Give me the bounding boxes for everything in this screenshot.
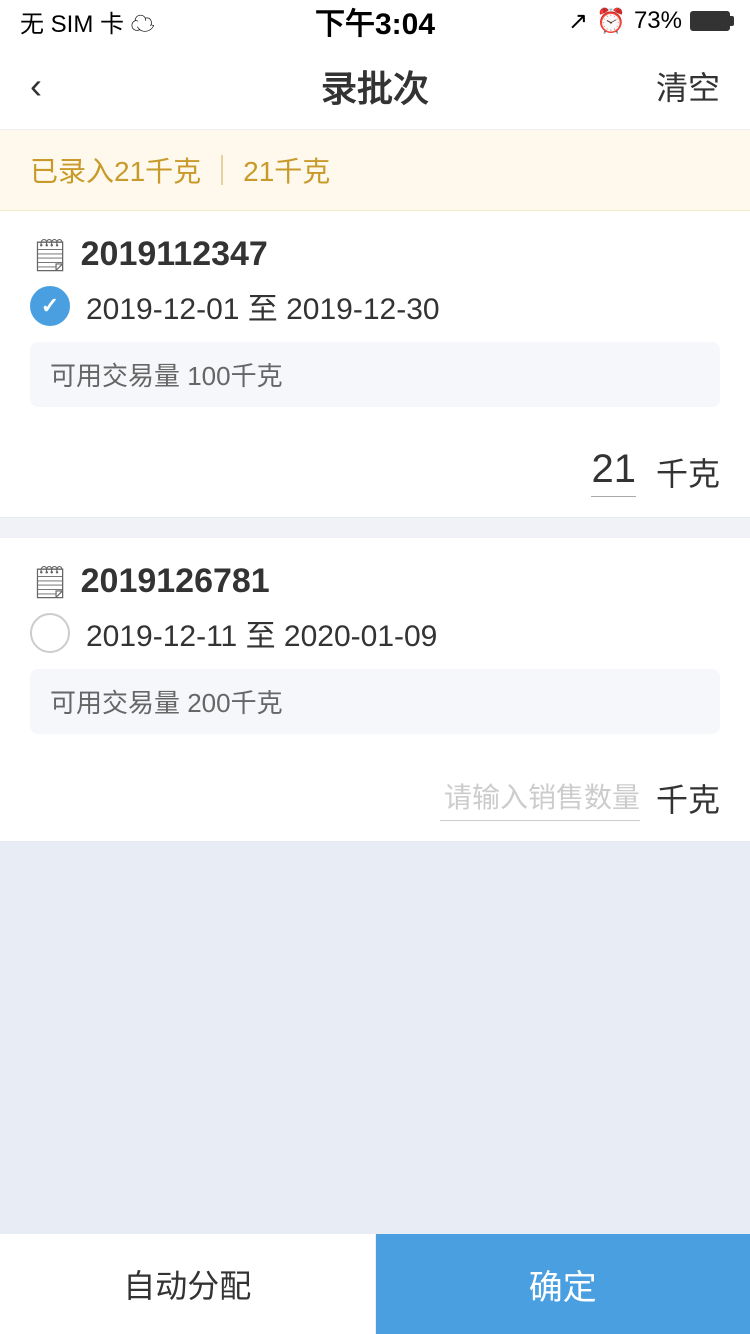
batch-2-header: 🗒 2019126781 (30, 562, 720, 601)
footer: 自动分配 确定 (0, 1234, 750, 1334)
status-bar: 无 SIM 卡 ☁ 下午3:04 ↗ ⏰ 73% (0, 0, 750, 42)
clear-button[interactable]: 清空 (656, 63, 720, 109)
section-separator-1 (0, 518, 750, 538)
status-time: 下午3:04 (315, 0, 435, 43)
batch-2-icon: 🗒 (30, 563, 71, 601)
battery-icon (690, 11, 730, 31)
batch-1-availability: 可用交易量 100千克 (30, 342, 720, 407)
batch-card-2: 🗒 2019126781 2019-12-11 至 2020-01-09 可用交… (0, 538, 750, 842)
batch-2-availability: 可用交易量 200千克 (30, 669, 720, 734)
page-title: 录批次 (321, 60, 429, 112)
batch-card-1: 🗒 2019112347 2019-12-01 至 2019-12-30 可用交… (0, 211, 750, 518)
confirm-button[interactable]: 确定 (376, 1234, 750, 1334)
batch-2-date-row[interactable]: 2019-12-11 至 2020-01-09 (30, 611, 720, 655)
nav-bar: ‹ 录批次 清空 (0, 42, 750, 130)
batch-2-number: 2019126781 (81, 562, 270, 601)
bottom-empty-area (0, 842, 750, 1242)
status-right: ↗ ⏰ 73% (568, 7, 730, 36)
batch-2-unit: 千克 (656, 775, 720, 821)
batch-1-unit: 千克 (656, 449, 720, 495)
batch-1-header: 🗒 2019112347 (30, 235, 720, 274)
batch-1-date-row[interactable]: 2019-12-01 至 2019-12-30 (30, 284, 720, 328)
back-button[interactable]: ‹ (30, 65, 42, 107)
status-left: 无 SIM 卡 ☁ (20, 4, 155, 39)
summary-value: 21千克 (243, 150, 330, 190)
batch-1-quantity-value: 21 (591, 447, 636, 497)
summary-bar: 已录入21千克 21千克 (0, 130, 750, 211)
content-area: 🗒 2019112347 2019-12-01 至 2019-12-30 可用交… (0, 211, 750, 1242)
batch-1-radio[interactable] (30, 286, 70, 326)
batch-1-number: 2019112347 (81, 235, 268, 274)
batch-2-quantity-input[interactable] (440, 774, 640, 821)
location-icon: ↗ (568, 7, 588, 36)
auto-distribute-button[interactable]: 自动分配 (0, 1234, 376, 1334)
batch-2-date: 2019-12-11 至 2020-01-09 (86, 611, 437, 655)
recorded-label: 已录入21千克 (30, 150, 201, 190)
no-sim-text: 无 SIM 卡 ☁ (20, 4, 155, 39)
batch-2-input-wrapper[interactable] (30, 774, 640, 821)
summary-divider (221, 155, 223, 185)
batch-1-quantity-row: 21 千克 (0, 427, 750, 518)
batch-2-quantity-row[interactable]: 千克 (0, 754, 750, 842)
batch-1-date: 2019-12-01 至 2019-12-30 (86, 284, 440, 328)
batch-2-radio[interactable] (30, 613, 70, 653)
alarm-icon: ⏰ (596, 7, 626, 36)
batch-1-icon: 🗒 (30, 236, 71, 274)
battery-text: 73% (634, 7, 682, 35)
